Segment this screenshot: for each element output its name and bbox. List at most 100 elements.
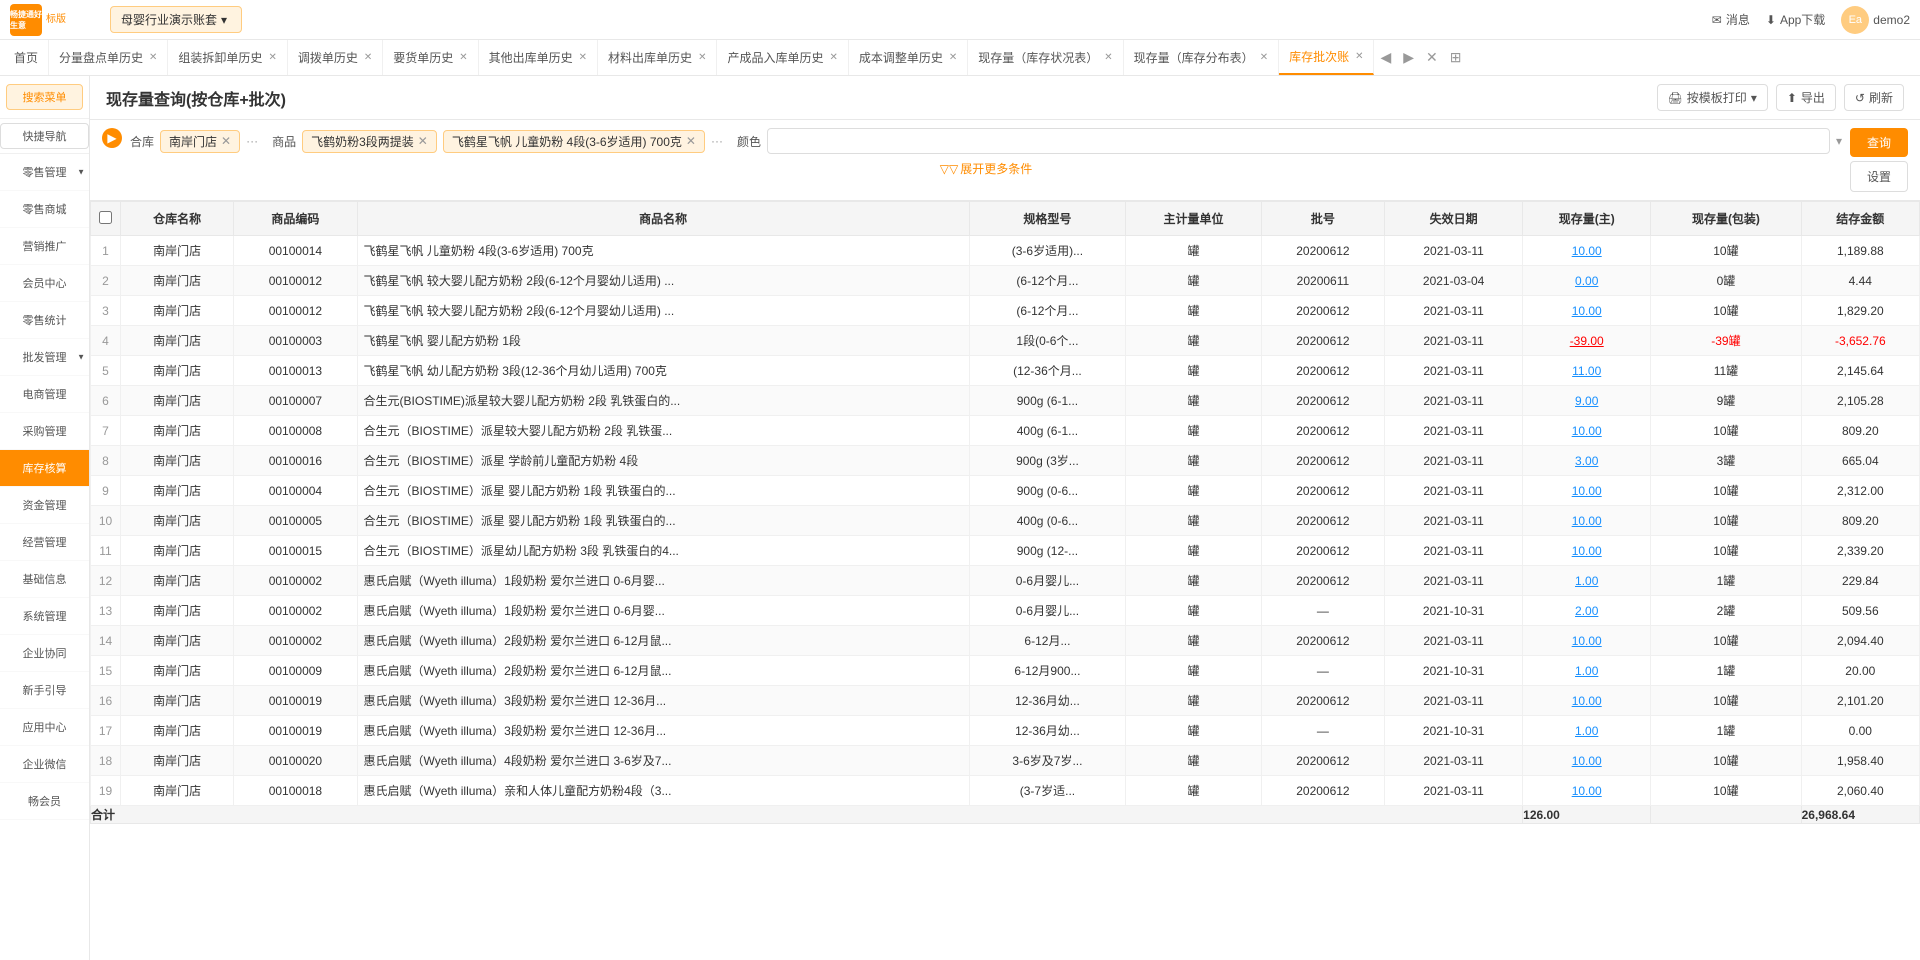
cell-qty-main[interactable]: 10.00 [1523, 506, 1651, 536]
sidebar-item-inventory[interactable]: 库存核算 [0, 450, 89, 487]
tab-cai-liao[interactable]: 材料出库单历史 ✕ [598, 40, 717, 75]
sidebar-item-retail-shop[interactable]: 零售商城 [0, 191, 89, 228]
sidebar-item-batch-mgmt[interactable]: 批发管理 [0, 339, 89, 376]
cell-spec: 900g (6-1... [969, 386, 1126, 416]
tab-close-icon[interactable]: ✕ [698, 52, 706, 63]
search-btn[interactable]: 查询 [1850, 128, 1908, 157]
cell-qty-main[interactable]: 10.00 [1523, 536, 1651, 566]
cell-qty-pkg: 3罐 [1651, 446, 1801, 476]
warehouse-tag-remove[interactable]: ✕ [221, 134, 231, 148]
cell-qty-main[interactable]: 1.00 [1523, 716, 1651, 746]
cell-qty-main[interactable]: 9.00 [1523, 386, 1651, 416]
export-btn[interactable]: ⬆ 导出 [1776, 84, 1836, 111]
cell-qty-main[interactable]: 10.00 [1523, 776, 1651, 806]
app-download-btn[interactable]: ⬇ App下载 [1766, 11, 1825, 28]
tab-cheng-ben[interactable]: 成本调整单历史 ✕ [849, 40, 968, 75]
expand-icon: ▽▽ [940, 162, 958, 176]
cell-qty-pkg: 10罐 [1651, 476, 1801, 506]
tab-qi-ta-chu[interactable]: 其他出库单历史 ✕ [479, 40, 598, 75]
sidebar-item-app-center[interactable]: 应用中心 [0, 709, 89, 746]
cell-qty-main[interactable]: -39.00 [1523, 326, 1651, 356]
tab-ku-cun-pi[interactable]: 库存批次账 ✕ [1279, 40, 1374, 75]
sidebar-item-purchase[interactable]: 采购管理 [0, 413, 89, 450]
product-more-btn[interactable]: ··· [711, 134, 723, 148]
cell-qty-main[interactable]: 10.00 [1523, 296, 1651, 326]
tab-close-icon[interactable]: ✕ [149, 52, 157, 63]
sidebar-item-retail-stats[interactable]: 零售统计 [0, 302, 89, 339]
tab-close-icon[interactable]: ✕ [364, 52, 372, 63]
cell-name: 惠氏启赋（Wyeth illuma）3段奶粉 爱尔兰进口 12-36月... [357, 716, 969, 746]
sidebar-item-marketing[interactable]: 营销推广 [0, 228, 89, 265]
tab-next-btn[interactable]: ▶ [1397, 49, 1420, 66]
cell-amount: 809.20 [1801, 506, 1919, 536]
cell-qty-main[interactable]: 11.00 [1523, 356, 1651, 386]
cell-qty-main[interactable]: 10.00 [1523, 476, 1651, 506]
tab-prev-btn[interactable]: ◀ [1374, 49, 1397, 66]
tab-zu-chai[interactable]: 组装拆卸单历史 ✕ [168, 40, 287, 75]
print-btn[interactable]: 🖨 按模板打印 ▾ [1657, 84, 1768, 111]
settings-btn[interactable]: 设置 [1850, 161, 1908, 192]
tab-close-icon[interactable]: ✕ [459, 52, 467, 63]
sidebar-item-ops[interactable]: 经营管理 [0, 524, 89, 561]
tab-close-icon[interactable]: ✕ [1355, 51, 1363, 62]
tab-xian-cun-zhuang[interactable]: 现存量（库存状况表） ✕ [968, 40, 1123, 75]
sidebar-item-ecom[interactable]: 电商管理 [0, 376, 89, 413]
tab-close-icon[interactable]: ✕ [1104, 52, 1112, 63]
sidebar-item-base-info[interactable]: 基础信息 [0, 561, 89, 598]
tab-menu-btn[interactable]: ⊞ [1444, 49, 1468, 66]
sidebar-item-finance[interactable]: 资金管理 [0, 487, 89, 524]
user-menu[interactable]: Ea demo2 [1841, 6, 1910, 34]
col-checkbox[interactable] [91, 202, 121, 236]
sidebar-item-vip[interactable]: 畅会员 [0, 783, 89, 820]
cell-unit: 罐 [1126, 356, 1262, 386]
search-menu-btn[interactable]: 搜索菜单 [6, 84, 83, 110]
cell-qty-main[interactable]: 10.00 [1523, 236, 1651, 266]
select-all-checkbox[interactable] [99, 211, 112, 224]
tab-close-icon[interactable]: ✕ [949, 52, 957, 63]
product-tag-2-remove[interactable]: ✕ [686, 134, 696, 148]
tab-close-icon[interactable]: ✕ [829, 52, 837, 63]
sidebar-item-sys-mgmt[interactable]: 系统管理 [0, 598, 89, 635]
tab-close-icon[interactable]: ✕ [268, 52, 276, 63]
expand-conditions-btn[interactable]: ▽▽ 展开更多条件 [934, 158, 1038, 179]
sidebar-item-member[interactable]: 会员中心 [0, 265, 89, 302]
color-filter-input[interactable] [767, 128, 1830, 154]
cell-qty-main[interactable]: 10.00 [1523, 416, 1651, 446]
cell-qty-pkg: 0罐 [1651, 266, 1801, 296]
sidebar-item-retail-mgmt[interactable]: 零售管理 [0, 154, 89, 191]
warehouse-more-btn[interactable]: ··· [246, 134, 258, 148]
product-tag-1-remove[interactable]: ✕ [418, 134, 428, 148]
cell-qty-main[interactable]: 2.00 [1523, 596, 1651, 626]
message-btn[interactable]: ✉ 消息 [1712, 11, 1750, 28]
quick-nav-btn[interactable]: 快捷导航 [0, 123, 89, 149]
col-qty-pkg: 现存量(包装) [1651, 202, 1801, 236]
workspace-selector[interactable]: 母婴行业演示账套 ▾ [110, 6, 242, 33]
tab-diao-bo[interactable]: 调拨单历史 ✕ [288, 40, 383, 75]
expand-filter-btn[interactable]: ▶ [102, 128, 122, 148]
cell-qty-main[interactable]: 10.00 [1523, 626, 1651, 656]
color-filter-arrow[interactable]: ▾ [1836, 134, 1842, 148]
cell-qty-main[interactable]: 10.00 [1523, 746, 1651, 776]
tab-close-all-btn[interactable]: ✕ [1420, 49, 1444, 66]
cell-code: 00100016 [234, 446, 357, 476]
cell-amount: -3,652.76 [1801, 326, 1919, 356]
cell-qty-main[interactable]: 3.00 [1523, 446, 1651, 476]
tab-yao-huo[interactable]: 要货单历史 ✕ [383, 40, 478, 75]
tab-home[interactable]: 首页 [4, 40, 49, 75]
cell-no: 14 [91, 626, 121, 656]
sidebar-item-corp-wechat[interactable]: 企业微信 [0, 746, 89, 783]
cell-qty-main[interactable]: 1.00 [1523, 656, 1651, 686]
tab-close-icon[interactable]: ✕ [1260, 52, 1268, 63]
sidebar-item-guide[interactable]: 新手引导 [0, 672, 89, 709]
cell-qty-main[interactable]: 1.00 [1523, 566, 1651, 596]
tab-xian-cun-fen[interactable]: 现存量（库存分布表） ✕ [1124, 40, 1279, 75]
tab-close-icon[interactable]: ✕ [579, 52, 587, 63]
tab-fen-pan[interactable]: 分量盘点单历史 ✕ [49, 40, 168, 75]
sidebar-item-corp[interactable]: 企业协同 [0, 635, 89, 672]
table-row: 9 南岸门店 00100004 合生元（BIOSTIME）派星 婴儿配方奶粉 1… [91, 476, 1920, 506]
cell-qty-main[interactable]: 0.00 [1523, 266, 1651, 296]
cell-qty-main[interactable]: 10.00 [1523, 686, 1651, 716]
top-actions: ✉ 消息 ⬇ App下载 Ea demo2 [1712, 6, 1910, 34]
refresh-btn[interactable]: ↺ 刷新 [1844, 84, 1904, 111]
tab-chan-pin-ru[interactable]: 产成品入库单历史 ✕ [717, 40, 848, 75]
